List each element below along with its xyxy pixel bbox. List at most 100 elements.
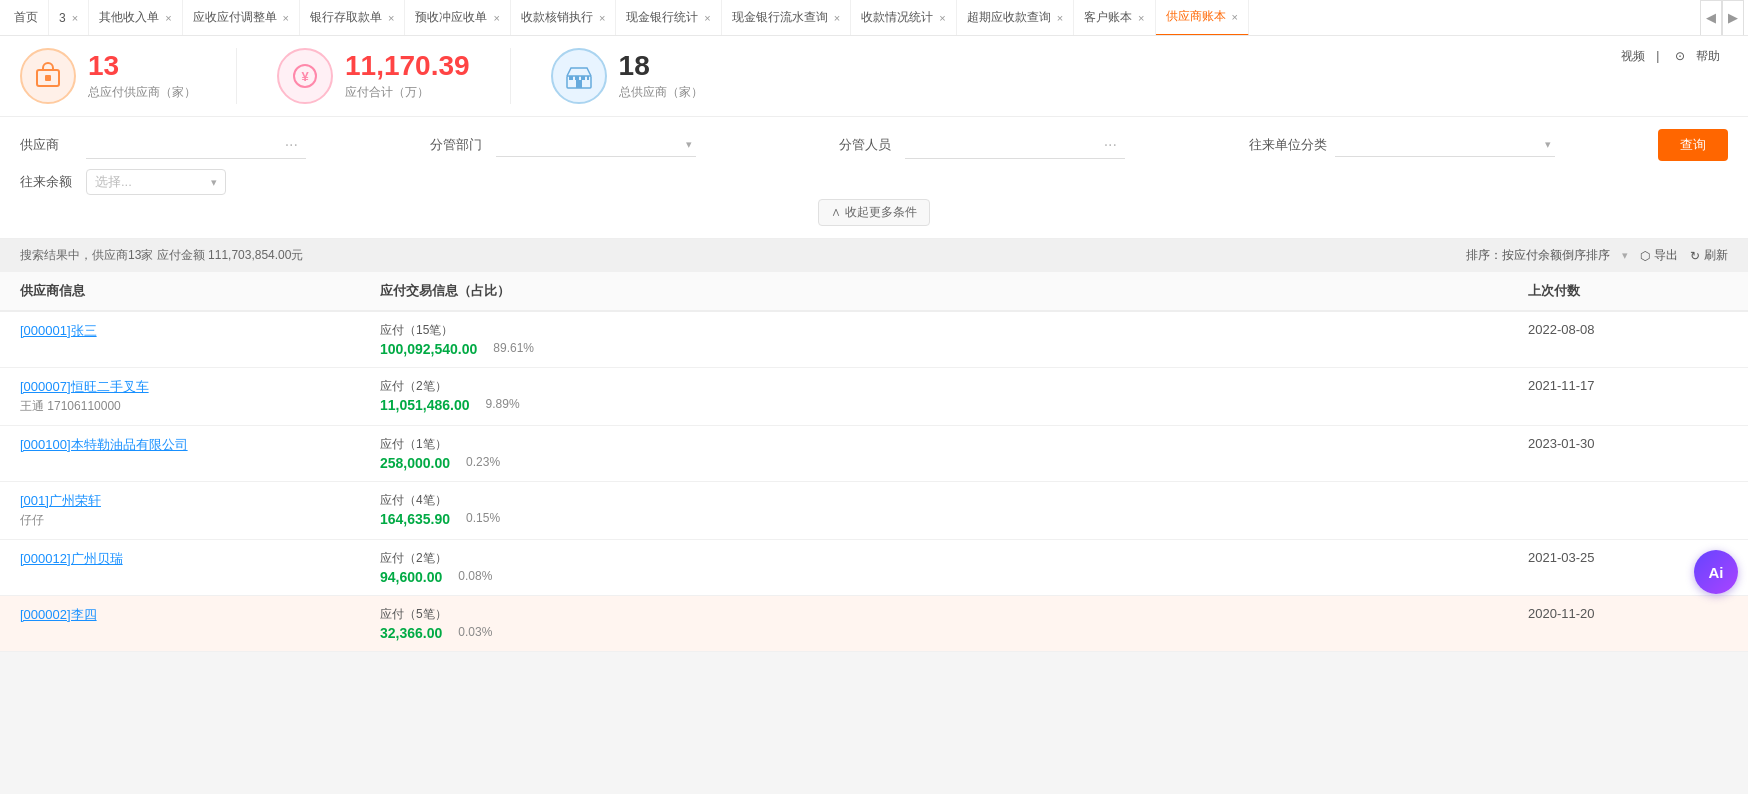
close-tab-icon[interactable]: × bbox=[1057, 12, 1063, 24]
category-input[interactable] bbox=[1339, 137, 1545, 152]
table-row: [000007]恒旺二手叉车王通 17106110000应付（2笔） 11,051… bbox=[0, 368, 1748, 426]
trans-amount-value[interactable]: 94,600.00 bbox=[380, 569, 442, 585]
transaction-col-2: 应付（1笔）258,000.000.23% bbox=[380, 436, 1528, 471]
trans-amount-row: 32,366.000.03% bbox=[380, 623, 1528, 641]
nav-arrow-right[interactable]: ▶ bbox=[1722, 0, 1744, 36]
trans-amount-value[interactable]: 100,092,540.00 bbox=[380, 341, 477, 357]
nav-tab-ap-adjust[interactable]: 应收应付调整单× bbox=[183, 0, 300, 36]
person-dots[interactable]: ··· bbox=[1104, 136, 1117, 154]
help-link[interactable]: ⊙ 帮助 bbox=[1671, 49, 1724, 63]
supplier-name-link[interactable]: [000001]张三 bbox=[20, 323, 97, 338]
supplier-name-link[interactable]: [000007]恒旺二手叉车 bbox=[20, 379, 149, 394]
svg-rect-8 bbox=[587, 76, 589, 80]
trans-amount-value[interactable]: 11,051,486.00 bbox=[380, 397, 470, 413]
search-button[interactable]: 查询 bbox=[1658, 129, 1728, 161]
ap-total-text: 11,170.39 应付合计（万） bbox=[345, 51, 470, 101]
result-bar: 搜索结果中，供应商13家 应付金额 111,703,854.00元 排序：按应付… bbox=[0, 239, 1748, 272]
supplier-input[interactable] bbox=[90, 137, 285, 152]
trans-label: 应付（2笔） bbox=[380, 550, 1528, 567]
filter-dept: 分管部门 ▾ bbox=[430, 133, 820, 157]
nav-tab-prepay-collect[interactable]: 预收冲应收单× bbox=[405, 0, 510, 36]
trans-label: 应付（2笔） bbox=[380, 378, 1528, 395]
collapse-button[interactable]: ∧ 收起更多条件 bbox=[818, 199, 929, 226]
ap-total-value: 11,170.39 bbox=[345, 51, 470, 82]
svg-rect-9 bbox=[576, 80, 582, 88]
supplier-col-1: [000007]恒旺二手叉车王通 17106110000 bbox=[20, 378, 380, 415]
nav-tab-home[interactable]: 首页 bbox=[4, 0, 49, 36]
svg-rect-7 bbox=[581, 76, 585, 80]
last-pay-col-5: 2020-11-20 bbox=[1528, 606, 1728, 621]
close-tab-icon[interactable]: × bbox=[704, 12, 710, 24]
result-actions: 排序：按应付余额倒序排序 ▾ ⬡ 导出 ↻ 刷新 bbox=[1466, 247, 1728, 264]
nav-tab-tab3[interactable]: 3× bbox=[49, 0, 89, 36]
nav-tab-other-income[interactable]: 其他收入单× bbox=[89, 0, 182, 36]
supplier-name-link[interactable]: [000002]李四 bbox=[20, 607, 97, 622]
supplier-name-link[interactable]: [000100]本特勒油品有限公司 bbox=[20, 437, 188, 452]
close-tab-icon[interactable]: × bbox=[165, 12, 171, 24]
ap-total-icon: ¥ bbox=[277, 48, 333, 104]
sort-label: 排序：按应付余额倒序排序 bbox=[1466, 247, 1610, 264]
supplier-label: 供应商 bbox=[20, 136, 80, 154]
nav-arrow-left[interactable]: ◀ bbox=[1700, 0, 1722, 36]
table-header: 供应商信息 应付交易信息（占比） 上次付数 bbox=[0, 272, 1748, 312]
video-link[interactable]: 视频 bbox=[1621, 49, 1645, 63]
nav-tab-supplier-account[interactable]: 供应商账本× bbox=[1156, 0, 1249, 36]
transaction-col-1: 应付（2笔）11,051,486.009.89% bbox=[380, 378, 1528, 413]
last-pay-col-2: 2023-01-30 bbox=[1528, 436, 1728, 451]
nav-tab-overdue-query[interactable]: 超期应收款查询× bbox=[957, 0, 1074, 36]
close-tab-icon[interactable]: × bbox=[72, 12, 78, 24]
category-chevron-icon[interactable]: ▾ bbox=[1545, 138, 1551, 151]
supplier-subinfo: 王通 17106110000 bbox=[20, 398, 380, 415]
ap-suppliers-value: 13 bbox=[88, 51, 196, 82]
supplier-col-0: [000001]张三 bbox=[20, 322, 380, 340]
close-tab-icon[interactable]: × bbox=[834, 12, 840, 24]
nav-tab-collect-stat[interactable]: 收款情况统计× bbox=[851, 0, 956, 36]
supplier-name-link[interactable]: [001]广州荣轩 bbox=[20, 493, 101, 508]
refresh-button[interactable]: ↻ 刷新 bbox=[1690, 247, 1728, 264]
export-button[interactable]: ⬡ 导出 bbox=[1640, 247, 1678, 264]
supplier-col-2: [000100]本特勒油品有限公司 bbox=[20, 436, 380, 454]
supplier-dots[interactable]: ··· bbox=[285, 136, 298, 154]
nav-tab-bank-deposit[interactable]: 银行存取款单× bbox=[300, 0, 405, 36]
close-tab-icon[interactable]: × bbox=[388, 12, 394, 24]
total-suppliers-value: 18 bbox=[619, 51, 703, 82]
nav-tab-cash-bank-flow[interactable]: 现金银行流水查询× bbox=[722, 0, 851, 36]
trans-amount-row: 94,600.000.08% bbox=[380, 567, 1528, 585]
table-row-inner-0: [000001]张三应付（15笔）100,092,540.0089.61%202… bbox=[0, 312, 1748, 367]
person-input[interactable] bbox=[909, 137, 1104, 152]
trans-amount-row: 164,635.900.15% bbox=[380, 509, 1528, 527]
ai-button[interactable]: Ai bbox=[1694, 550, 1738, 594]
close-tab-icon[interactable]: × bbox=[599, 12, 605, 24]
trans-amount-value[interactable]: 164,635.90 bbox=[380, 511, 450, 527]
filter-row-1: 供应商 ··· 分管部门 ▾ 分管人员 ··· 往来单位分类 bbox=[20, 129, 1728, 161]
close-tab-icon[interactable]: × bbox=[283, 12, 289, 24]
balance-select[interactable]: 选择... ▾ bbox=[86, 169, 226, 195]
balance-chevron-icon: ▾ bbox=[211, 176, 217, 189]
nav-tab-cash-bank-stat[interactable]: 现金银行统计× bbox=[616, 0, 721, 36]
trans-amount-value[interactable]: 32,366.00 bbox=[380, 625, 442, 641]
total-suppliers-icon bbox=[551, 48, 607, 104]
sort-chevron-icon[interactable]: ▾ bbox=[1622, 249, 1628, 262]
dept-chevron-icon[interactable]: ▾ bbox=[686, 138, 692, 151]
supplier-name-link[interactable]: [000012]广州贝瑞 bbox=[20, 551, 123, 566]
close-tab-icon[interactable]: × bbox=[493, 12, 499, 24]
table-row: [001]广州荣轩仔仔应付（4笔）164,635.900.15% bbox=[0, 482, 1748, 540]
dept-input[interactable] bbox=[500, 137, 686, 152]
nav-tab-receipt-verify[interactable]: 收款核销执行× bbox=[511, 0, 616, 36]
table-row: [000100]本特勒油品有限公司 应付（1笔）258,000.000.23%20… bbox=[0, 426, 1748, 482]
svg-rect-6 bbox=[575, 76, 579, 80]
table-body: [000001]张三 应付（15笔）100,092,540.0089.61% 202… bbox=[0, 312, 1748, 652]
svg-rect-5 bbox=[569, 76, 573, 80]
stat-ap-total: ¥ 11,170.39 应付合计（万） bbox=[277, 48, 511, 104]
balance-label: 往来余额 bbox=[20, 173, 80, 191]
close-tab-icon[interactable]: × bbox=[1138, 12, 1144, 24]
nav-tab-customer-account[interactable]: 客户账本× bbox=[1074, 0, 1155, 36]
transaction-col-0: 应付（15笔）100,092,540.0089.61% bbox=[380, 322, 1528, 357]
trans-label: 应付（4笔） bbox=[380, 492, 1528, 509]
close-tab-icon[interactable]: × bbox=[939, 12, 945, 24]
trans-amount-value[interactable]: 258,000.00 bbox=[380, 455, 450, 471]
table-row-inner-4: [000012]广州贝瑞应付（2笔）94,600.000.08%2021-03-… bbox=[0, 540, 1748, 595]
close-tab-icon[interactable]: × bbox=[1232, 11, 1238, 23]
filter-balance: 往来余额 选择... ▾ bbox=[20, 169, 1708, 195]
filter-supplier: 供应商 ··· bbox=[20, 132, 410, 159]
